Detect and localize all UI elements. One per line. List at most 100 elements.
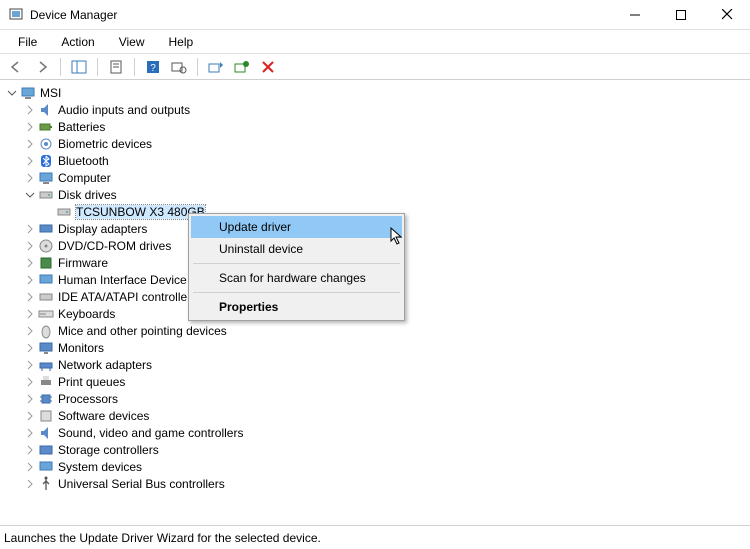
update-driver-icon[interactable] [204,56,228,78]
tree-item-usb[interactable]: Universal Serial Bus controllers [0,475,750,492]
statusbar: Launches the Update Driver Wizard for th… [0,525,750,549]
toolbar: ? [0,54,750,80]
tree-label: Disk drives [58,188,117,202]
tree-label: Human Interface Device [58,273,187,287]
tree-item-network[interactable]: Network adapters [0,356,750,373]
chevron-right-icon[interactable] [24,376,36,388]
context-properties[interactable]: Properties [191,296,402,318]
titlebar: Device Manager [0,0,750,30]
menu-help[interactable]: Help [159,33,204,51]
tree-label: Storage controllers [58,443,159,457]
disk-drive-icon [38,187,54,203]
printer-icon [38,374,54,390]
chevron-right-icon[interactable] [24,291,36,303]
tree-label: Batteries [58,120,105,134]
app-icon [8,7,24,23]
chevron-right-icon[interactable] [24,308,36,320]
disable-device-icon[interactable] [256,56,280,78]
tree-item-processors[interactable]: Processors [0,390,750,407]
tree-label: Processors [58,392,118,406]
chevron-right-icon[interactable] [24,325,36,337]
tree-item-audio[interactable]: Audio inputs and outputs [0,101,750,118]
computer-icon [38,170,54,186]
context-uninstall-device[interactable]: Uninstall device [191,238,402,260]
tree-item-storage[interactable]: Storage controllers [0,441,750,458]
chevron-right-icon[interactable] [24,104,36,116]
chevron-right-icon[interactable] [24,274,36,286]
chevron-right-icon[interactable] [24,257,36,269]
close-button[interactable] [704,0,750,30]
menu-action[interactable]: Action [51,33,104,51]
audio-icon [38,102,54,118]
tree-label: Monitors [58,341,104,355]
forward-button[interactable] [30,56,54,78]
biometric-icon [38,136,54,152]
battery-icon [38,119,54,135]
tree-label: Bluetooth [58,154,109,168]
tree-label: Software devices [58,409,149,423]
context-scan-hardware[interactable]: Scan for hardware changes [191,267,402,289]
chevron-right-icon[interactable] [24,342,36,354]
status-text: Launches the Update Driver Wizard for th… [4,531,321,545]
tree-item-software[interactable]: Software devices [0,407,750,424]
tree-item-computer[interactable]: Computer [0,169,750,186]
software-icon [38,408,54,424]
chevron-right-icon[interactable] [24,410,36,422]
chevron-right-icon[interactable] [24,478,36,490]
chevron-right-icon[interactable] [24,427,36,439]
tree-label: Network adapters [58,358,152,372]
chevron-down-icon[interactable] [6,87,18,99]
tree-label: Display adapters [58,222,147,236]
chevron-right-icon[interactable] [24,444,36,456]
storage-icon [38,442,54,458]
chevron-right-icon[interactable] [24,155,36,167]
chevron-right-icon[interactable] [24,121,36,133]
uninstall-device-icon[interactable] [230,56,254,78]
computer-icon [20,85,36,101]
properties-icon[interactable] [104,56,128,78]
menu-file[interactable]: File [8,33,47,51]
chevron-right-icon[interactable] [24,138,36,150]
tree-item-system[interactable]: System devices [0,458,750,475]
chevron-right-icon[interactable] [24,172,36,184]
scan-hardware-icon[interactable] [167,56,191,78]
chevron-right-icon[interactable] [24,223,36,235]
tree-item-monitors[interactable]: Monitors [0,339,750,356]
tree-label: System devices [58,460,142,474]
maximize-button[interactable] [658,0,704,30]
tree-item-mice[interactable]: Mice and other pointing devices [0,322,750,339]
chevron-right-icon[interactable] [24,240,36,252]
tree-item-print[interactable]: Print queues [0,373,750,390]
tree-item-batteries[interactable]: Batteries [0,118,750,135]
menu-view[interactable]: View [109,33,155,51]
display-adapter-icon [38,221,54,237]
window-title: Device Manager [30,8,612,22]
tree-item-disk-drives[interactable]: Disk drives [0,186,750,203]
tree-item-bluetooth[interactable]: Bluetooth [0,152,750,169]
tree-label: DVD/CD-ROM drives [58,239,171,253]
tree-label: Mice and other pointing devices [58,324,227,338]
chevron-right-icon[interactable] [24,359,36,371]
chevron-down-icon[interactable] [24,189,36,201]
context-update-driver[interactable]: Update driver [191,216,402,238]
mouse-icon [38,323,54,339]
tree-item-biometric[interactable]: Biometric devices [0,135,750,152]
tree-label: Print queues [58,375,125,389]
firmware-icon [38,255,54,271]
dvd-icon [38,238,54,254]
network-icon [38,357,54,373]
tree-root[interactable]: MSI [0,84,750,101]
tree-label: Sound, video and game controllers [58,426,243,440]
minimize-button[interactable] [612,0,658,30]
tree-label: Universal Serial Bus controllers [58,477,225,491]
chevron-right-icon[interactable] [24,461,36,473]
monitor-icon [38,340,54,356]
show-hide-console-icon[interactable] [67,56,91,78]
chevron-right-icon[interactable] [24,393,36,405]
tree-label: Computer [58,171,111,185]
help-icon[interactable]: ? [141,56,165,78]
tree-label: Keyboards [58,307,115,321]
tree-label: TCSUNBOW X3 480GB [76,205,205,219]
back-button[interactable] [4,56,28,78]
tree-item-sound[interactable]: Sound, video and game controllers [0,424,750,441]
